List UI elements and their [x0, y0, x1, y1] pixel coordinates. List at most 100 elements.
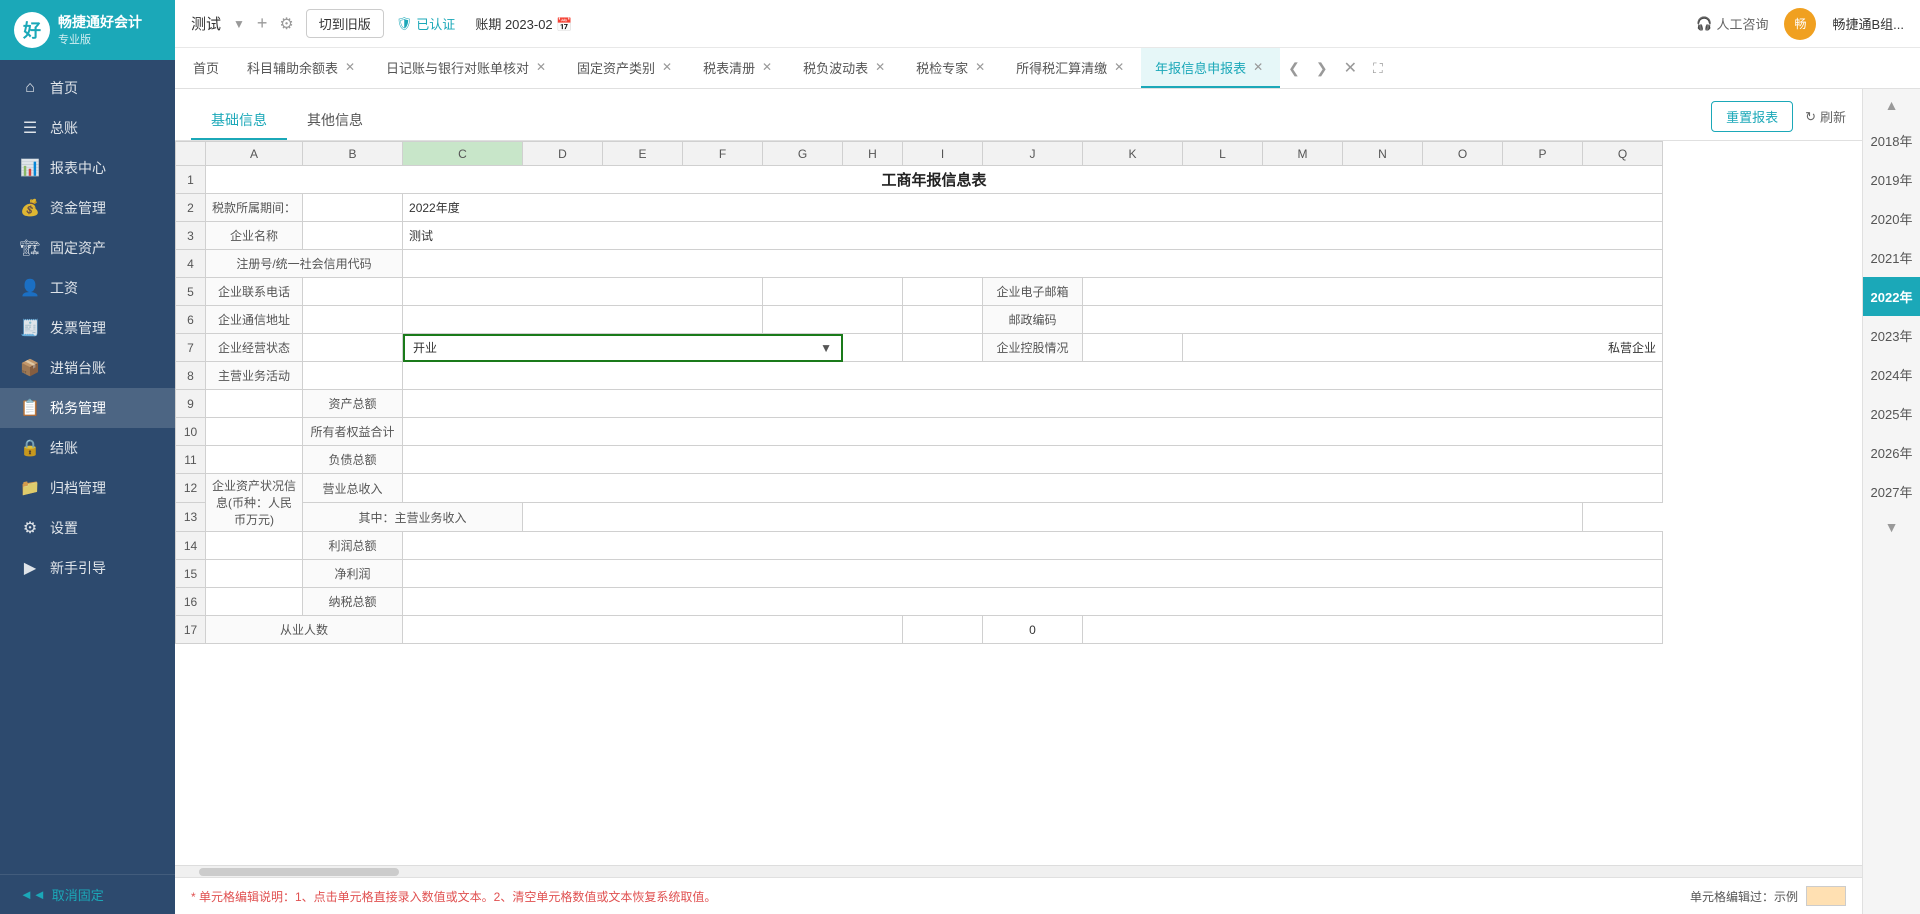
cell-4c[interactable]	[403, 250, 1663, 278]
spreadsheet-wrapper[interactable]: A B C D E F G H I J K L M	[175, 141, 1862, 865]
sidebar-item-home[interactable]: ⌂ 首页	[0, 68, 175, 108]
tab-journal-bank[interactable]: 日记账与银行对账单核对 ✕	[372, 48, 563, 88]
tab-aux-balance-close[interactable]: ✕	[342, 59, 358, 75]
sidebar-item-invoice-mgmt[interactable]: 🧾 发票管理	[0, 308, 175, 348]
cell-8c[interactable]	[403, 362, 1663, 390]
tab-income-tax[interactable]: 所得税汇算清缴 ✕	[1002, 48, 1141, 88]
sidebar-item-settings[interactable]: ⚙ 设置	[0, 508, 175, 548]
tab-tax-expert-close[interactable]: ✕	[972, 59, 988, 75]
sidebar-item-tax-mgmt[interactable]: 📋 税务管理	[0, 388, 175, 428]
year-down-button[interactable]: ▼	[1881, 515, 1903, 539]
cell-7k[interactable]	[1083, 334, 1183, 362]
col-b-header[interactable]: B	[303, 142, 403, 166]
reset-report-button[interactable]: 重置报表	[1711, 101, 1793, 132]
add-button[interactable]: +	[257, 13, 268, 34]
sidebar-item-general-ledger[interactable]: ☰ 总账	[0, 108, 175, 148]
year-item-2019[interactable]: 2019年	[1863, 160, 1920, 199]
col-c-header[interactable]: C	[403, 142, 523, 166]
year-up-button[interactable]: ▲	[1881, 93, 1903, 117]
col-f-header[interactable]: F	[683, 142, 763, 166]
col-q-header[interactable]: Q	[1583, 142, 1663, 166]
year-item-2022[interactable]: 2022年	[1863, 277, 1920, 316]
cell-13d[interactable]	[523, 503, 1583, 532]
scrollbar-thumb[interactable]	[199, 868, 399, 876]
company-dropdown-icon[interactable]: ▼	[233, 17, 245, 31]
tab-aux-balance[interactable]: 科目辅助余额表 ✕	[233, 48, 372, 88]
cell-12c[interactable]	[403, 474, 1663, 503]
cell-17j[interactable]: 0	[983, 616, 1083, 644]
cell-17k[interactable]	[1083, 616, 1663, 644]
tab-tax-list-close[interactable]: ✕	[759, 59, 775, 75]
sidebar-item-fixed-assets[interactable]: 🏗 固定资产	[0, 228, 175, 268]
year-item-2020[interactable]: 2020年	[1863, 199, 1920, 238]
tab-tax-expert[interactable]: 税检专家 ✕	[902, 48, 1002, 88]
year-item-2018[interactable]: 2018年	[1863, 121, 1920, 160]
tab-tax-wave-close[interactable]: ✕	[872, 59, 888, 75]
col-j-header[interactable]: J	[983, 142, 1083, 166]
col-a-header[interactable]: A	[206, 142, 303, 166]
cell-11c[interactable]	[403, 446, 1663, 474]
tab-next-button[interactable]: ❯	[1308, 60, 1336, 77]
col-d-header[interactable]: D	[523, 142, 603, 166]
col-g-header[interactable]: G	[763, 142, 843, 166]
tab-income-tax-close[interactable]: ✕	[1111, 59, 1127, 75]
year-item-2025[interactable]: 2025年	[1863, 394, 1920, 433]
sidebar-item-fund-mgmt[interactable]: 💰 资金管理	[0, 188, 175, 228]
sidebar-item-report-center[interactable]: 📊 报表中心	[0, 148, 175, 188]
col-k-header[interactable]: K	[1083, 142, 1183, 166]
collapse-sidebar-button[interactable]: ◄◄ 取消固定	[0, 874, 175, 914]
cell-14c[interactable]	[403, 532, 1663, 560]
refresh-button[interactable]: ↻ 刷新	[1805, 101, 1846, 132]
subtab-basic-info[interactable]: 基础信息	[191, 102, 287, 140]
cell-5c[interactable]	[403, 278, 763, 306]
tab-journal-bank-close[interactable]: ✕	[533, 59, 549, 75]
sidebar-item-close-account[interactable]: 🔒 结账	[0, 428, 175, 468]
switch-version-button[interactable]: 切到旧版	[306, 9, 384, 38]
tab-expand-button[interactable]: ⛶	[1365, 60, 1391, 77]
tab-prev-button[interactable]: ❮	[1280, 60, 1308, 77]
col-l-header[interactable]: L	[1183, 142, 1263, 166]
cell-6k[interactable]	[1083, 306, 1663, 334]
dropdown-arrow-icon[interactable]: ▼	[820, 341, 832, 355]
year-item-2027[interactable]: 2027年	[1863, 472, 1920, 511]
col-o-header[interactable]: O	[1423, 142, 1503, 166]
cell-15c[interactable]	[403, 560, 1663, 588]
calendar-icon[interactable]: 📅	[556, 17, 572, 32]
year-item-2021[interactable]: 2021年	[1863, 238, 1920, 277]
year-item-2023[interactable]: 2023年	[1863, 316, 1920, 355]
settings-icon[interactable]: ⚙	[279, 14, 293, 34]
tab-home[interactable]: 首页	[179, 48, 233, 88]
col-n-header[interactable]: N	[1343, 142, 1423, 166]
cell-2c[interactable]: 2022年度	[403, 194, 1663, 222]
cell-3c[interactable]: 测试	[403, 222, 1663, 250]
sidebar-item-payroll[interactable]: 👤 工资	[0, 268, 175, 308]
year-item-2026[interactable]: 2026年	[1863, 433, 1920, 472]
cell-5k[interactable]	[1083, 278, 1663, 306]
cell-9c[interactable]	[403, 390, 1663, 418]
tab-tax-wave[interactable]: 税负波动表 ✕	[789, 48, 902, 88]
tab-tax-list[interactable]: 税表清册 ✕	[689, 48, 789, 88]
subtab-other-info[interactable]: 其他信息	[287, 102, 383, 140]
customer-service-button[interactable]: 🎧 人工咨询	[1696, 14, 1768, 33]
user-avatar[interactable]: 畅	[1784, 8, 1816, 40]
cell-16c[interactable]	[403, 588, 1663, 616]
sidebar-item-archive[interactable]: 📁 归档管理	[0, 468, 175, 508]
cell-10c[interactable]	[403, 418, 1663, 446]
sidebar-item-purchase-sales[interactable]: 📦 进销台账	[0, 348, 175, 388]
cell-7c[interactable]: 开业 ▼	[403, 334, 843, 362]
tab-fixed-assets-close[interactable]: ✕	[659, 59, 675, 75]
tab-close-all-button[interactable]: ✕	[1336, 58, 1365, 78]
col-p-header[interactable]: P	[1503, 142, 1583, 166]
tab-fixed-assets[interactable]: 固定资产类别 ✕	[563, 48, 689, 88]
cell-6c[interactable]	[403, 306, 763, 334]
cell-17c[interactable]	[403, 616, 903, 644]
horizontal-scrollbar[interactable]	[175, 865, 1862, 877]
col-m-header[interactable]: M	[1263, 142, 1343, 166]
tab-annual-report[interactable]: 年报信息申报表 ✕	[1141, 48, 1280, 88]
sidebar-item-new-guide[interactable]: ▶ 新手引导	[0, 548, 175, 588]
year-item-2024[interactable]: 2024年	[1863, 355, 1920, 394]
tab-annual-report-close[interactable]: ✕	[1250, 59, 1266, 75]
cell-7l[interactable]: 私营企业	[1183, 334, 1663, 362]
col-e-header[interactable]: E	[603, 142, 683, 166]
col-i-header[interactable]: I	[903, 142, 983, 166]
